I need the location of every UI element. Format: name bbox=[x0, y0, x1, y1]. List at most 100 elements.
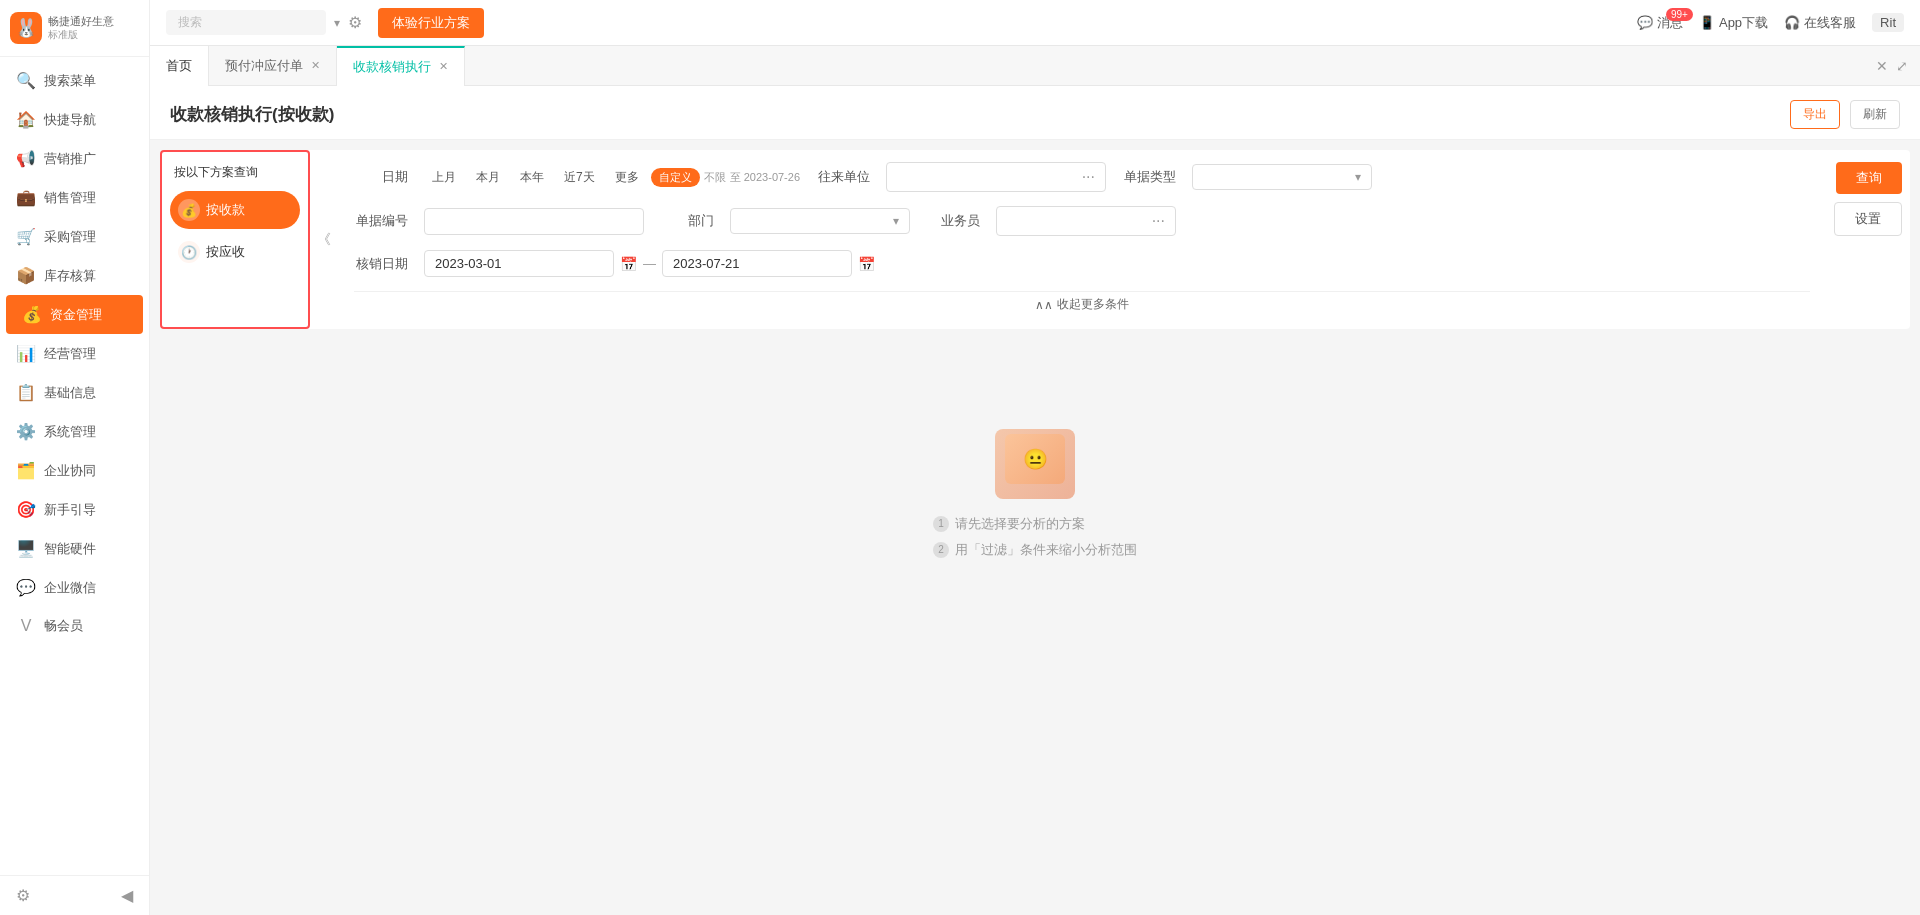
filter-collapse-button[interactable]: 《 bbox=[314, 150, 334, 329]
user-info[interactable]: Rit bbox=[1872, 13, 1904, 32]
date-range-dash: — bbox=[643, 256, 656, 271]
tab-writeoff-close[interactable]: ✕ bbox=[439, 60, 448, 73]
nav-label-search: 搜索菜单 bbox=[44, 72, 96, 90]
writeoff-date-label: 核销日期 bbox=[354, 255, 408, 273]
export-button[interactable]: 导出 bbox=[1790, 100, 1840, 129]
sidebar-footer: ⚙ ◀ bbox=[0, 875, 149, 915]
expand-tab-icon[interactable]: ⤢ bbox=[1896, 58, 1908, 74]
filter-option-by-receipt[interactable]: 💰 按收款 bbox=[170, 191, 300, 229]
sidebar-item-marketing[interactable]: 📢 营销推广 bbox=[0, 139, 149, 178]
nav-label-guide: 新手引导 bbox=[44, 501, 96, 519]
tabbar: 首页 预付冲应付单 ✕ 收款核销执行 ✕ ✕ ⤢ bbox=[150, 46, 1920, 86]
sidebar-item-quick-nav[interactable]: 🏠 快捷导航 bbox=[0, 100, 149, 139]
sidebar-item-wechat[interactable]: 💬 企业微信 bbox=[0, 568, 149, 607]
date-more-btn[interactable]: 更多 bbox=[607, 166, 647, 189]
nav-label-finance: 资金管理 bbox=[50, 306, 102, 324]
nav-icon-enterprise: 🗂️ bbox=[16, 461, 36, 480]
filter-scheme-sidebar: 按以下方案查询 💰 按收款 🕐 按应收 bbox=[160, 150, 310, 329]
filter-option-by-receivable[interactable]: 🕐 按应收 bbox=[170, 233, 300, 271]
collapse-more-btn[interactable]: ∧∧ 收起更多条件 bbox=[354, 291, 1810, 317]
query-button[interactable]: 查询 bbox=[1836, 162, 1902, 194]
nav-icon-marketing: 📢 bbox=[16, 149, 36, 168]
date-this-year[interactable]: 本年 bbox=[512, 166, 552, 189]
sidebar-item-basic-info[interactable]: 📋 基础信息 bbox=[0, 373, 149, 412]
nav-icon-search: 🔍 bbox=[16, 71, 36, 90]
doc-type-select[interactable]: ▾ bbox=[1192, 164, 1372, 190]
filter-row-3: 核销日期 📅 — 📅 bbox=[354, 250, 1810, 277]
writeoff-end-date[interactable] bbox=[662, 250, 852, 277]
sidebar-item-purchase[interactable]: 🛒 采购管理 bbox=[0, 217, 149, 256]
sidebar-item-inventory[interactable]: 📦 库存核算 bbox=[0, 256, 149, 295]
nav-label-inventory: 库存核算 bbox=[44, 267, 96, 285]
date-custom-tag[interactable]: 自定义 bbox=[651, 168, 700, 187]
date-last-month[interactable]: 上月 bbox=[424, 166, 464, 189]
writeoff-start-date[interactable] bbox=[424, 250, 614, 277]
settings-icon[interactable]: ⚙ bbox=[16, 886, 30, 905]
sidebar-item-hardware[interactable]: 🖥️ 智能硬件 bbox=[0, 529, 149, 568]
date-to-value: 至 2023-07-26 bbox=[730, 170, 800, 185]
staff-ellipsis-icon[interactable]: ··· bbox=[1152, 212, 1165, 230]
doc-no-input[interactable] bbox=[424, 208, 644, 235]
date-this-month[interactable]: 本月 bbox=[468, 166, 508, 189]
sidebar-item-search[interactable]: 🔍 搜索菜单 bbox=[0, 61, 149, 100]
page-header: 收款核销执行(按收款) 导出 刷新 bbox=[150, 86, 1920, 140]
staff-label: 业务员 bbox=[926, 212, 980, 230]
sidebar-item-sales[interactable]: 💼 销售管理 bbox=[0, 178, 149, 217]
nav-icon-hardware: 🖥️ bbox=[16, 539, 36, 558]
tab-prepay[interactable]: 预付冲应付单 ✕ bbox=[209, 46, 337, 86]
nav-icon-inventory: 📦 bbox=[16, 266, 36, 285]
nav-label-sales: 销售管理 bbox=[44, 189, 96, 207]
writeoff-end-cal-icon[interactable]: 📅 bbox=[858, 256, 875, 272]
sidebar-item-operation[interactable]: 📊 经营管理 bbox=[0, 334, 149, 373]
receivable-icon: 🕐 bbox=[178, 241, 200, 263]
dept-chevron: ▾ bbox=[893, 214, 899, 228]
tab-prepay-close[interactable]: ✕ bbox=[311, 59, 320, 72]
counterparty-label: 往来单位 bbox=[816, 168, 870, 186]
collapse-sidebar-icon[interactable]: ◀ bbox=[121, 886, 133, 905]
close-tab-icon[interactable]: ✕ bbox=[1876, 58, 1888, 74]
filter-row-2: 单据编号 部门 ▾ 业务员 ··· bbox=[354, 206, 1810, 236]
date-label: 日期 bbox=[354, 168, 408, 186]
empty-hint-2: 2 用「过滤」条件来缩小分析范围 bbox=[933, 537, 1137, 563]
sidebar-item-enterprise[interactable]: 🗂️ 企业协同 bbox=[0, 451, 149, 490]
logo-icon: 🐰 bbox=[10, 12, 42, 44]
online-service-button[interactable]: 🎧 在线客服 bbox=[1784, 14, 1856, 32]
empty-hint-1: 1 请先选择要分析的方案 bbox=[933, 511, 1137, 537]
date-7days[interactable]: 近7天 bbox=[556, 166, 603, 189]
sidebar: 🐰 畅捷通好生意 标准版 🔍 搜索菜单🏠 快捷导航📢 营销推广💼 销售管理🛒 采… bbox=[0, 0, 150, 915]
nav-icon-system: ⚙️ bbox=[16, 422, 36, 441]
empty-illustration: 😐 bbox=[975, 399, 1095, 499]
dept-select[interactable]: ▾ bbox=[730, 208, 910, 234]
tab-home[interactable]: 首页 bbox=[150, 46, 209, 86]
setting-button[interactable]: 设置 bbox=[1834, 202, 1902, 236]
sidebar-item-system[interactable]: ⚙️ 系统管理 bbox=[0, 412, 149, 451]
nav-label-operation: 经营管理 bbox=[44, 345, 96, 363]
tab-writeoff-label: 收款核销执行 bbox=[353, 58, 431, 76]
topbar-chevron-icon[interactable]: ▾ bbox=[334, 16, 340, 30]
writeoff-date-range: 📅 — 📅 bbox=[424, 250, 875, 277]
tab-writeoff[interactable]: 收款核销执行 ✕ bbox=[337, 46, 465, 86]
app-download-button[interactable]: 📱 App下载 bbox=[1699, 14, 1768, 32]
topbar: 搜索 ▾ ⚙ 体验行业方案 💬 消息 99+ 📱 App下载 🎧 在线客服 Ri… bbox=[150, 0, 1920, 46]
nav-icon-purchase: 🛒 bbox=[16, 227, 36, 246]
empty-face-shape: 😐 bbox=[1005, 434, 1065, 484]
filter-main: 日期 上月 本月 本年 近7天 更多 自定义 不限 至 2023-07-26 往… bbox=[338, 150, 1826, 329]
topbar-gear-icon[interactable]: ⚙ bbox=[348, 13, 362, 32]
sidebar-item-vip[interactable]: V 畅会员 bbox=[0, 607, 149, 645]
doc-no-label: 单据编号 bbox=[354, 212, 408, 230]
staff-select[interactable]: ··· bbox=[996, 206, 1176, 236]
message-button[interactable]: 💬 消息 99+ bbox=[1637, 14, 1683, 32]
tab-home-label: 首页 bbox=[166, 57, 192, 75]
collapse-arrow-icon: ∧∧ bbox=[1035, 298, 1053, 312]
sidebar-item-finance[interactable]: 💰 资金管理 bbox=[6, 295, 143, 334]
counterparty-select[interactable]: ··· bbox=[886, 162, 1106, 192]
writeoff-start-cal-icon[interactable]: 📅 bbox=[620, 256, 637, 272]
refresh-button[interactable]: 刷新 bbox=[1850, 100, 1900, 129]
nav-label-purchase: 采购管理 bbox=[44, 228, 96, 246]
message-badge: 99+ bbox=[1666, 8, 1693, 21]
page-actions: 导出 刷新 bbox=[1790, 100, 1900, 129]
sidebar-item-guide[interactable]: 🎯 新手引导 bbox=[0, 490, 149, 529]
counterparty-ellipsis-icon[interactable]: ··· bbox=[1082, 168, 1095, 186]
solution-button[interactable]: 体验行业方案 bbox=[378, 8, 484, 38]
nav-icon-finance: 💰 bbox=[22, 305, 42, 324]
